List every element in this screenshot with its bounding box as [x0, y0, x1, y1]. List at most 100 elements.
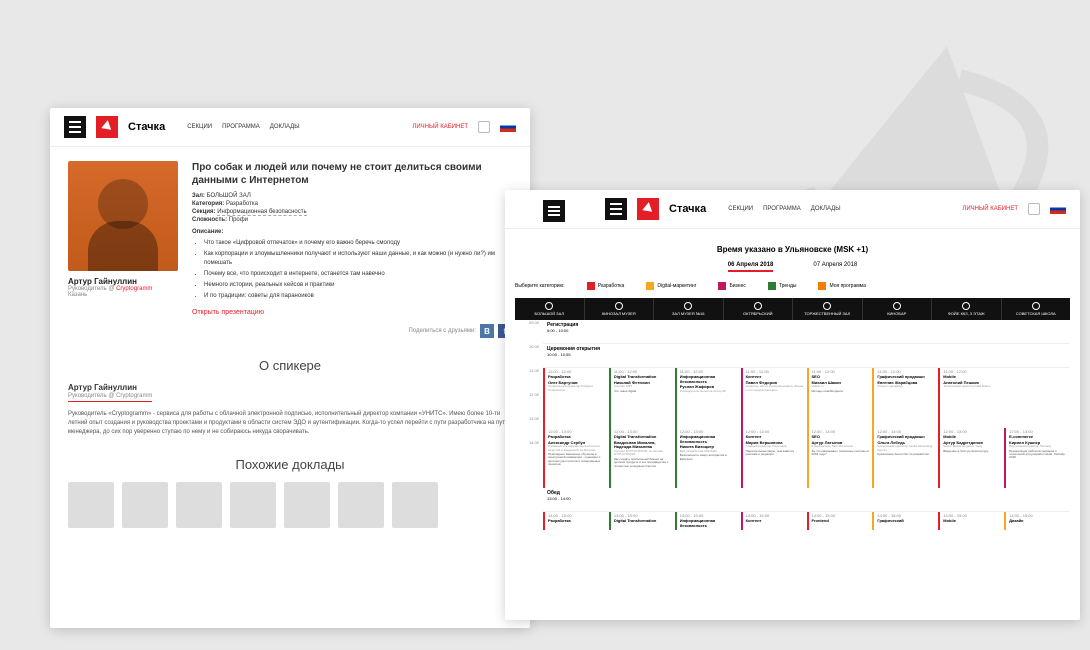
room-header[interactable]: КИНОЗАЛ МУЗЕЯ — [585, 298, 655, 320]
schedule-row-14: 14:00 - 15:00Разработка14:00 - 15:00Digi… — [543, 512, 1070, 530]
similar-heading: Похожие доклады — [68, 457, 512, 472]
brand[interactable]: Стачка — [128, 121, 165, 133]
nav-talks[interactable]: ДОКЛАДЫ — [270, 124, 300, 130]
schedule-slot[interactable]: 11:00 - 12:00РазработкаОлег БартуновГене… — [543, 368, 609, 428]
extra-menu-icon[interactable] — [543, 200, 565, 222]
nav: СЕКЦИИ ПРОГРАММА ДОКЛАДЫ — [187, 124, 299, 130]
similar-thumb[interactable] — [68, 482, 114, 528]
schedule-slot[interactable]: 14:00 - 15:00Digital Transformation — [609, 512, 675, 530]
account-link[interactable]: ЛИЧНЫЙ КАБИНЕТ — [962, 206, 1018, 212]
schedule-slot[interactable]: 11:00 - 12:00MobileАнатолий ПешковТехнич… — [938, 368, 1004, 428]
schedule-panel: Стачка СЕКЦИИ ПРОГРАММА ДОКЛАДЫ ЛИЧНЫЙ К… — [505, 190, 1080, 620]
desc-bullet: Что такое «Цифровой отпечаток» и почему … — [204, 239, 512, 248]
schedule-slot[interactable]: 14:00 - 15:00Дизайн — [1004, 512, 1070, 530]
category-item[interactable]: Разработка — [587, 282, 625, 290]
room-header[interactable]: ФОЙЕ ККЗ, 3 ЭТАЖ — [932, 298, 1002, 320]
time-column: 09 0010 0011 0012 0013 0014 00 — [515, 320, 543, 530]
schedule-slot[interactable]: 14:00 - 15:00Frontend — [807, 512, 873, 530]
logo-icon[interactable] — [637, 198, 659, 220]
schedule-slot[interactable] — [1004, 368, 1070, 428]
nav-sections[interactable]: СЕКЦИИ — [728, 206, 753, 212]
brand[interactable]: Стачка — [669, 203, 706, 215]
schedule-slot[interactable]: 11:00 - 12:00КонтентПавел Федоровредакто… — [741, 368, 807, 428]
about-role[interactable]: Руководитель @ Cryptogramm — [68, 393, 152, 402]
schedule-slot[interactable]: 12:00 - 13:00РазработкаАлександр СербулР… — [543, 428, 609, 488]
category-item[interactable]: Digital-маркетинг — [646, 282, 696, 290]
flag-icon[interactable] — [1050, 204, 1066, 214]
desc-bullet: И по традиции: советы для параноиков — [204, 292, 512, 301]
schedule-slot[interactable]: 14:00 - 15:00Графический — [872, 512, 938, 530]
category-item[interactable]: Моя программа — [818, 282, 865, 290]
schedule-row-12: 12:00 - 13:00РазработкаАлександр СербулР… — [543, 428, 1070, 488]
similar-thumb[interactable] — [284, 482, 330, 528]
schedule-slot[interactable]: 12:00 - 13:00КонтентМария ВершининаГлавн… — [741, 428, 807, 488]
flag-icon[interactable] — [500, 122, 516, 132]
cart-icon[interactable] — [1028, 203, 1040, 215]
nav-program[interactable]: ПРОГРАММА — [222, 124, 260, 130]
category-item[interactable]: Бизнес — [718, 282, 745, 290]
schedule-slot[interactable]: 11:00 - 12:00Информационная безопасность… — [675, 368, 741, 428]
schedule-row-11: 11:00 - 12:00РазработкаОлег БартуновГене… — [543, 368, 1070, 428]
talk-hall: БОЛЬШОЙ ЗАЛ — [207, 193, 251, 199]
category-item[interactable]: Тренды — [768, 282, 797, 290]
date-tab-1[interactable]: 06 Апреля 2018 — [728, 262, 774, 272]
lunch-row: Обед13:00 - 14:00 — [543, 488, 1070, 512]
schedule-slot[interactable]: 14:00 - 15:00Контент — [741, 512, 807, 530]
similar-thumb[interactable] — [230, 482, 276, 528]
cart-icon[interactable] — [478, 121, 490, 133]
room-header[interactable]: ТОРЖЕСТВЕННЫЙ ЗАЛ — [793, 298, 863, 320]
date-tab-2[interactable]: 07 Апреля 2018 — [813, 262, 857, 272]
menu-icon[interactable] — [605, 198, 627, 220]
speaker-city: Казань — [68, 292, 178, 298]
nav: СЕКЦИИ ПРОГРАММА ДОКЛАДЫ — [728, 206, 840, 212]
room-header[interactable]: ОКТЯБРЬСКИЙ — [724, 298, 794, 320]
similar-thumb[interactable] — [122, 482, 168, 528]
room-header[interactable]: КИНОБАР — [863, 298, 933, 320]
talk-category: Разработка — [226, 201, 258, 207]
schedule-slot[interactable]: 14:00 - 15:00Mobile — [938, 512, 1004, 530]
similar-thumb[interactable] — [176, 482, 222, 528]
schedule-slot[interactable]: 11:00 - 12:00Digital TransformationНикол… — [609, 368, 675, 428]
speaker-name[interactable]: Артур Гайнуллин — [68, 277, 178, 286]
room-header[interactable]: БОЛЬШОЙ ЗАЛ — [515, 298, 585, 320]
registration-row: Регистрация9:00 - 10:00 — [543, 320, 1070, 344]
share-label: Поделиться с друзьями: — [408, 328, 476, 334]
timezone-label: Время указано в Ульяновске (MSK +1) — [515, 245, 1070, 254]
header: Стачка СЕКЦИИ ПРОГРАММА ДОКЛАДЫ ЛИЧНЫЙ К… — [50, 108, 530, 147]
speaker-company-link[interactable]: Cryptogramm — [116, 286, 152, 292]
room-header[interactable]: СОВЕТСКАЯ ШКОЛА — [1002, 298, 1071, 320]
schedule-slot[interactable]: 12:00 - 13:00Информационная безопасность… — [675, 428, 741, 488]
schedule-slot[interactable]: 12:00 - 13:00E-commerceКирилл КушнерВнут… — [1004, 428, 1070, 488]
category-filter: Выберите категорию: РазработкаDigital-ма… — [515, 282, 1070, 290]
schedule-slot[interactable]: 12:00 - 13:00Digital TransformationВлади… — [609, 428, 675, 488]
talk-section[interactable]: Информационная безопасность — [217, 209, 306, 216]
opening-row: Церемония открытия10:00 - 10:55 — [543, 344, 1070, 368]
about-text: Руководитель «Cryptogramm» - сервиса для… — [68, 410, 512, 437]
nav-program[interactable]: ПРОГРАММА — [763, 206, 801, 212]
nav-sections[interactable]: СЕКЦИИ — [187, 124, 212, 130]
open-presentation-link[interactable]: Открыть презентацию — [192, 309, 264, 316]
menu-icon[interactable] — [64, 116, 86, 138]
date-tabs: 06 Апреля 2018 07 Апреля 2018 — [515, 262, 1070, 272]
schedule-slot[interactable]: 14:00 - 15:00Информационная безопасность — [675, 512, 741, 530]
about-name: Артур Гайнуллин — [68, 383, 512, 392]
vk-icon[interactable]: B — [480, 324, 494, 338]
nav-talks[interactable]: ДОКЛАДЫ — [811, 206, 841, 212]
similar-thumb[interactable] — [392, 482, 438, 528]
header: Стачка СЕКЦИИ ПРОГРАММА ДОКЛАДЫ ЛИЧНЫЙ К… — [505, 190, 1080, 229]
account-link[interactable]: ЛИЧНЫЙ КАБИНЕТ — [412, 124, 468, 130]
room-header[interactable]: ЗАЛ МУЗЕЯ №16 — [654, 298, 724, 320]
talk-level: Профи — [229, 217, 248, 223]
logo-icon[interactable] — [96, 116, 118, 138]
schedule-slot[interactable]: 12:00 - 13:00Графический продакшнОльга Л… — [872, 428, 938, 488]
schedule-slot[interactable]: 12:00 - 13:00MobileАртур БадретдиновSeni… — [938, 428, 1004, 488]
schedule-slot[interactable]: 11:00 - 12:00Графический продакшнЕвгения… — [872, 368, 938, 428]
schedule-slot[interactable]: 11:00 - 12:00SEOМихаил Шакинshakin.ruМет… — [807, 368, 873, 428]
speaker-avatar — [68, 161, 178, 271]
similar-thumb[interactable] — [338, 482, 384, 528]
about-heading: О спикере — [68, 358, 512, 373]
schedule-slot[interactable]: 14:00 - 15:00Разработка — [543, 512, 609, 530]
schedule-slot[interactable]: 12:00 - 13:00SEOАртур ЛатыповРуководител… — [807, 428, 873, 488]
talk-desc-label: Описание: — [192, 229, 223, 235]
talk-title: Про собак и людей или почему не стоит де… — [192, 161, 512, 187]
